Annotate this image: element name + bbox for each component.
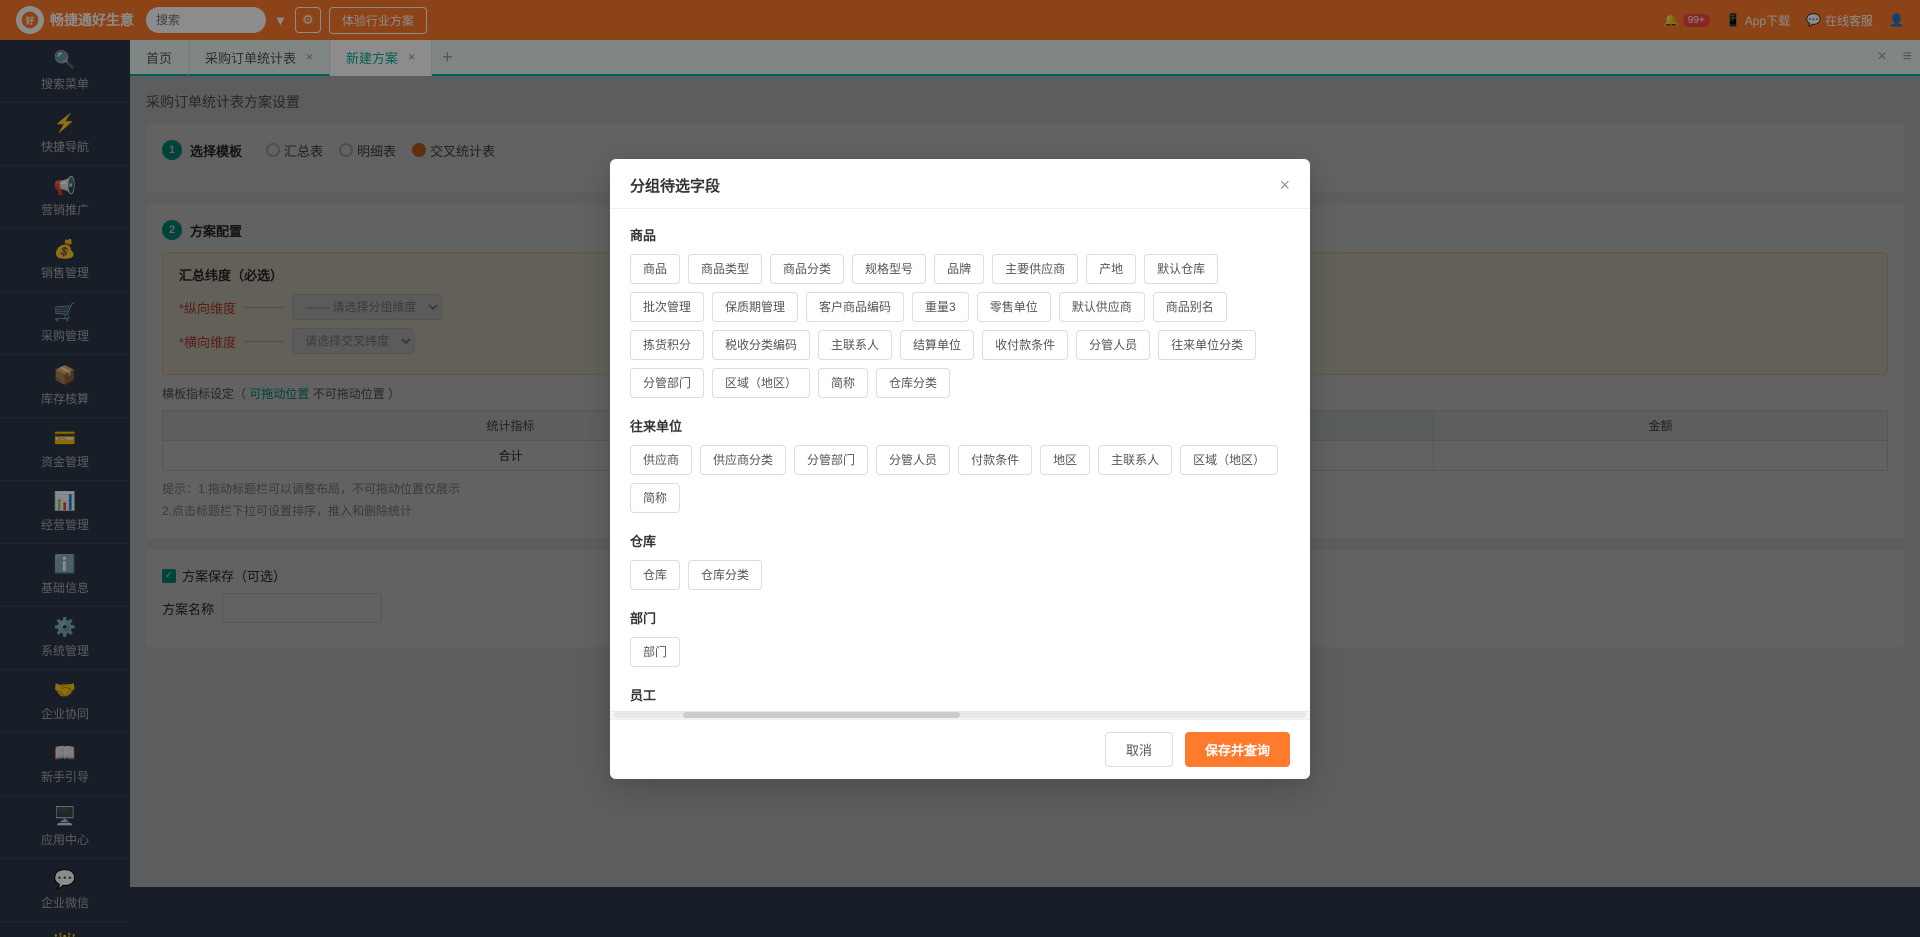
field-tag-main-supplier[interactable]: 主要供应商	[992, 254, 1078, 284]
field-section-warehouse: 仓库 仓库 仓库分类	[630, 531, 1290, 590]
field-tag-default-warehouse[interactable]: 默认仓库	[1144, 254, 1218, 284]
field-tag-supplier-category[interactable]: 供应商分类	[700, 445, 786, 475]
modal-body: 商品 商品 商品类型 商品分类 规格型号 品牌 主要供应商 产地 默认仓库 批次…	[610, 209, 1310, 712]
section-title-goods: 商品	[630, 225, 1290, 244]
field-section-employee: 员工 业务员	[630, 685, 1290, 712]
field-tag-partner-short-name[interactable]: 简称	[630, 483, 680, 513]
field-tag-goods-type[interactable]: 商品类型	[688, 254, 762, 284]
field-tag-spec-model[interactable]: 规格型号	[852, 254, 926, 284]
field-tag-payment-terms[interactable]: 收付款条件	[982, 330, 1068, 360]
field-tags-partner: 供应商 供应商分类 分管部门 分管人员 付款条件 地区 主联系人 区域（地区） …	[630, 445, 1290, 513]
field-tag-region[interactable]: 区域（地区）	[712, 368, 810, 398]
modal-confirm-btn[interactable]: 保存并查询	[1185, 732, 1290, 767]
field-tag-supplier[interactable]: 供应商	[630, 445, 692, 475]
field-tag-retail-unit[interactable]: 零售单位	[977, 292, 1051, 322]
modal-hscroll-track	[614, 712, 1306, 718]
field-tag-warehouse-cat[interactable]: 仓库分类	[688, 560, 762, 590]
field-tag-goods-category[interactable]: 商品分类	[770, 254, 844, 284]
section-title-partner: 往来单位	[630, 416, 1290, 435]
field-tag-department[interactable]: 部门	[630, 637, 680, 667]
modal-header: 分组待选字段 ×	[610, 159, 1310, 209]
field-tag-partner-supervisor[interactable]: 分管人员	[876, 445, 950, 475]
field-section-dept: 部门 部门	[630, 608, 1290, 667]
field-tag-brand[interactable]: 品牌	[934, 254, 984, 284]
field-tag-goods[interactable]: 商品	[630, 254, 680, 284]
field-section-goods: 商品 商品 商品类型 商品分类 规格型号 品牌 主要供应商 产地 默认仓库 批次…	[630, 225, 1290, 398]
field-tag-shelf-life[interactable]: 保质期管理	[712, 292, 798, 322]
field-tag-partner-main-contact[interactable]: 主联系人	[1098, 445, 1172, 475]
field-tag-tax-code[interactable]: 税收分类编码	[712, 330, 810, 360]
field-tag-payment-condition[interactable]: 付款条件	[958, 445, 1032, 475]
modal-hscroll[interactable]	[610, 711, 1310, 719]
field-tag-dept[interactable]: 分管部门	[630, 368, 704, 398]
modal-cancel-btn[interactable]: 取消	[1105, 732, 1173, 767]
field-tag-warehouse[interactable]: 仓库	[630, 560, 680, 590]
field-tag-origin[interactable]: 产地	[1086, 254, 1136, 284]
modal-hscroll-thumb	[683, 712, 960, 718]
field-tags-warehouse: 仓库 仓库分类	[630, 560, 1290, 590]
field-tag-batch-mgmt[interactable]: 批次管理	[630, 292, 704, 322]
field-tag-supervisor[interactable]: 分管人员	[1076, 330, 1150, 360]
section-title-employee: 员工	[630, 685, 1290, 704]
field-tag-goods-alias[interactable]: 商品别名	[1153, 292, 1227, 322]
modal-footer: 取消 保存并查询	[610, 719, 1310, 779]
modal-dialog: 分组待选字段 × 商品 商品 商品类型 商品分类 规格型号 品牌 主要供应商 产…	[610, 159, 1310, 779]
field-tag-area[interactable]: 地区	[1040, 445, 1090, 475]
field-tags-goods: 商品 商品类型 商品分类 规格型号 品牌 主要供应商 产地 默认仓库 批次管理 …	[630, 254, 1290, 398]
modal-vscroll-track	[1302, 159, 1310, 779]
field-section-partner: 往来单位 供应商 供应商分类 分管部门 分管人员 付款条件 地区 主联系人 区域…	[630, 416, 1290, 513]
modal-overlay: 分组待选字段 × 商品 商品 商品类型 商品分类 规格型号 品牌 主要供应商 产…	[0, 0, 1920, 937]
field-tag-weight3[interactable]: 重量3	[912, 292, 969, 322]
section-title-warehouse: 仓库	[630, 531, 1290, 550]
field-tag-settlement-unit[interactable]: 结算单位	[900, 330, 974, 360]
field-tag-warehouse-category[interactable]: 仓库分类	[876, 368, 950, 398]
modal-title: 分组待选字段	[630, 175, 720, 196]
field-tag-default-supplier[interactable]: 默认供应商	[1059, 292, 1145, 322]
field-tag-partner-category[interactable]: 往来单位分类	[1158, 330, 1256, 360]
field-tag-pick-points[interactable]: 拣货积分	[630, 330, 704, 360]
field-tags-dept: 部门	[630, 637, 1290, 667]
field-tag-short-name[interactable]: 简称	[818, 368, 868, 398]
field-tag-main-contact[interactable]: 主联系人	[818, 330, 892, 360]
modal-close-btn[interactable]: ×	[1279, 176, 1290, 194]
field-tag-customer-code[interactable]: 客户商品编码	[806, 292, 904, 322]
section-title-dept: 部门	[630, 608, 1290, 627]
field-tag-partner-region[interactable]: 区域（地区）	[1180, 445, 1278, 475]
field-tag-partner-dept[interactable]: 分管部门	[794, 445, 868, 475]
